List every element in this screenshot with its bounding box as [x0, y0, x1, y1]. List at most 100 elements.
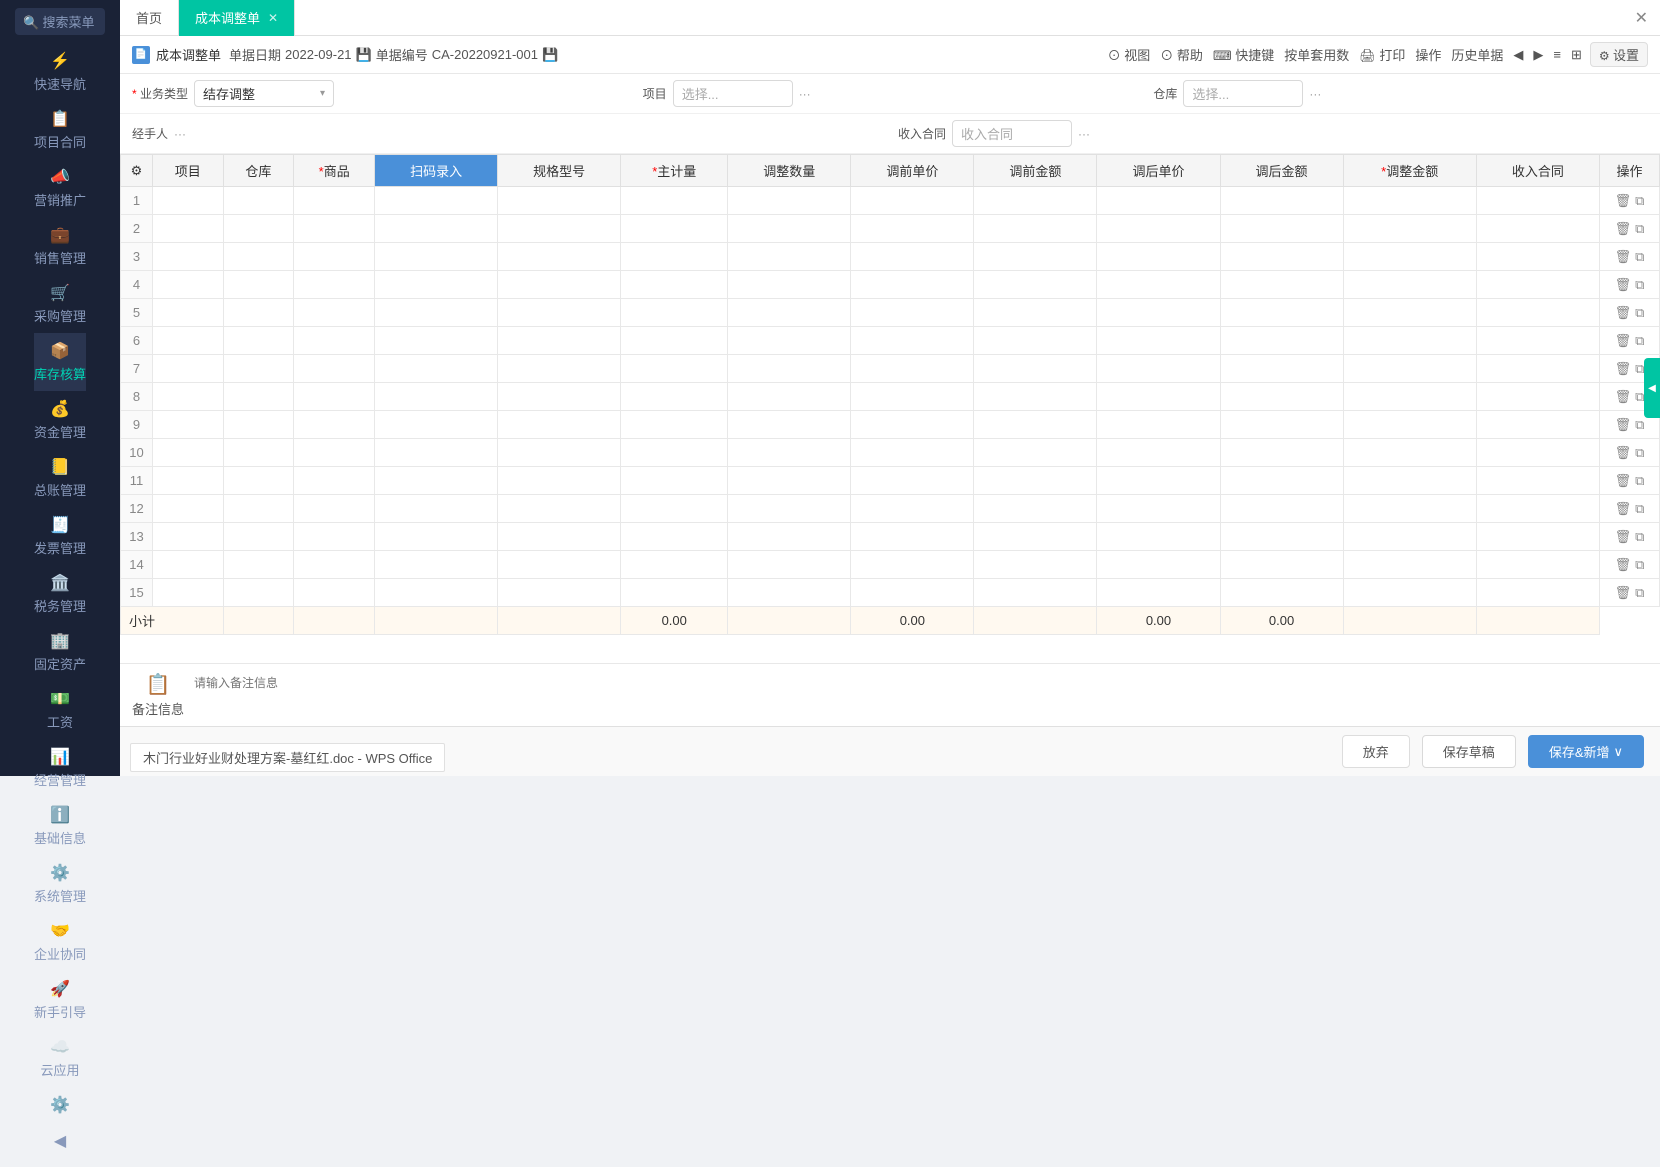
row-12-goods[interactable]: [294, 495, 375, 523]
row-8-unit[interactable]: [621, 383, 728, 411]
row-11-adj-qty[interactable]: [728, 467, 851, 495]
sidebar-item-inventory[interactable]: 📦 库存核算: [34, 333, 86, 391]
discard-button[interactable]: 放弃: [1342, 735, 1410, 768]
row-4-delete-icon[interactable]: 🗑: [1615, 277, 1632, 293]
row-3-goods[interactable]: [294, 243, 375, 271]
row-1-after-amount[interactable]: [1220, 187, 1343, 215]
row-10-adj-amount[interactable]: [1343, 439, 1476, 467]
row-6-unit[interactable]: [621, 327, 728, 355]
tab-home[interactable]: 首页: [120, 0, 179, 36]
row-15-after-amount[interactable]: [1220, 579, 1343, 607]
row-13-delete-icon[interactable]: 🗑: [1615, 529, 1632, 545]
row-5-spec[interactable]: [498, 299, 621, 327]
row-7-scan[interactable]: [375, 355, 498, 383]
row-14-adj-qty[interactable]: [728, 551, 851, 579]
row-12-after-price[interactable]: [1097, 495, 1220, 523]
row-1-delete-icon[interactable]: 🗑: [1615, 193, 1632, 209]
row-15-unit[interactable]: [621, 579, 728, 607]
row-11-after-amount[interactable]: [1220, 467, 1343, 495]
row-15-delete-icon[interactable]: 🗑: [1615, 585, 1632, 601]
row-11-copy-icon[interactable]: ⧉: [1635, 473, 1644, 489]
row-11-unit[interactable]: [621, 467, 728, 495]
sidebar-item-cloud[interactable]: ☁️ 云应用: [34, 1029, 86, 1087]
row-7-warehouse[interactable]: [223, 355, 294, 383]
row-7-prev-price[interactable]: [851, 355, 974, 383]
row-12-warehouse[interactable]: [223, 495, 294, 523]
row-2-project[interactable]: [153, 215, 224, 243]
row-11-project[interactable]: [153, 467, 224, 495]
row-1-adj-qty[interactable]: [728, 187, 851, 215]
row-6-prev-price[interactable]: [851, 327, 974, 355]
row-6-income-contract[interactable]: [1476, 327, 1599, 355]
row-13-spec[interactable]: [498, 523, 621, 551]
row-5-unit[interactable]: [621, 299, 728, 327]
row-1-warehouse[interactable]: [223, 187, 294, 215]
income-contract-dots[interactable]: ···: [1078, 127, 1090, 141]
row-9-income-contract[interactable]: [1476, 411, 1599, 439]
row-2-unit[interactable]: [621, 215, 728, 243]
row-4-warehouse[interactable]: [223, 271, 294, 299]
row-13-scan[interactable]: [375, 523, 498, 551]
row-15-income-contract[interactable]: [1476, 579, 1599, 607]
row-4-after-price[interactable]: [1097, 271, 1220, 299]
row-11-delete-icon[interactable]: 🗑: [1615, 473, 1632, 489]
sidebar-item-sales-promo[interactable]: 📣 营销推广: [34, 159, 86, 217]
row-5-adj-amount[interactable]: [1343, 299, 1476, 327]
row-9-warehouse[interactable]: [223, 411, 294, 439]
row-10-warehouse[interactable]: [223, 439, 294, 467]
row-8-adj-qty[interactable]: [728, 383, 851, 411]
sidebar-item-payroll[interactable]: 💵 工资: [34, 681, 86, 739]
row-3-prev-price[interactable]: [851, 243, 974, 271]
row-13-copy-icon[interactable]: ⧉: [1635, 529, 1644, 545]
row-15-adj-amount[interactable]: [1343, 579, 1476, 607]
search-menu-btn[interactable]: 🔍 搜索菜单: [15, 8, 105, 35]
agent-dots[interactable]: ···: [174, 127, 186, 141]
row-10-goods[interactable]: [294, 439, 375, 467]
row-4-after-amount[interactable]: [1220, 271, 1343, 299]
row-8-scan[interactable]: [375, 383, 498, 411]
row-11-warehouse[interactable]: [223, 467, 294, 495]
row-6-after-price[interactable]: [1097, 327, 1220, 355]
row-3-scan[interactable]: [375, 243, 498, 271]
sidebar-item-collapse[interactable]: ◀: [0, 1123, 120, 1159]
toolbar-action-history[interactable]: 历史单据: [1451, 45, 1503, 64]
row-5-after-price[interactable]: [1097, 299, 1220, 327]
toolbar-action-help[interactable]: ⊙ 帮助: [1160, 45, 1203, 64]
row-2-adj-qty[interactable]: [728, 215, 851, 243]
row-15-prev-amount[interactable]: [974, 579, 1097, 607]
toolbar-action-operate[interactable]: 操作: [1415, 45, 1441, 64]
row-13-adj-qty[interactable]: [728, 523, 851, 551]
row-15-copy-icon[interactable]: ⧉: [1635, 585, 1644, 601]
row-10-prev-amount[interactable]: [974, 439, 1097, 467]
row-6-copy-icon[interactable]: ⧉: [1635, 333, 1644, 349]
row-13-prev-amount[interactable]: [974, 523, 1097, 551]
settings-btn[interactable]: ⚙ 设置: [1590, 42, 1648, 67]
row-12-adj-amount[interactable]: [1343, 495, 1476, 523]
row-6-adj-qty[interactable]: [728, 327, 851, 355]
row-9-copy-icon[interactable]: ⧉: [1635, 417, 1644, 433]
row-9-unit[interactable]: [621, 411, 728, 439]
row-5-copy-icon[interactable]: ⧉: [1635, 305, 1644, 321]
sidebar-item-operations[interactable]: 📊 经营管理: [34, 739, 86, 797]
tab-close-btn[interactable]: ✕: [268, 11, 278, 25]
row-11-adj-amount[interactable]: [1343, 467, 1476, 495]
row-7-prev-amount[interactable]: [974, 355, 1097, 383]
row-3-warehouse[interactable]: [223, 243, 294, 271]
row-4-project[interactable]: [153, 271, 224, 299]
row-15-prev-price[interactable]: [851, 579, 974, 607]
row-2-warehouse[interactable]: [223, 215, 294, 243]
row-2-goods[interactable]: [294, 215, 375, 243]
window-close-btn[interactable]: ✕: [1623, 8, 1660, 28]
row-2-prev-amount[interactable]: [974, 215, 1097, 243]
row-2-spec[interactable]: [498, 215, 621, 243]
row-14-adj-amount[interactable]: [1343, 551, 1476, 579]
sidebar-item-tax[interactable]: 🏛️ 税务管理: [34, 565, 86, 623]
row-11-spec[interactable]: [498, 467, 621, 495]
row-4-copy-icon[interactable]: ⧉: [1635, 277, 1644, 293]
row-5-prev-amount[interactable]: [974, 299, 1097, 327]
row-14-project[interactable]: [153, 551, 224, 579]
row-2-income-contract[interactable]: [1476, 215, 1599, 243]
row-10-delete-icon[interactable]: 🗑: [1615, 445, 1632, 461]
row-10-unit[interactable]: [621, 439, 728, 467]
row-5-goods[interactable]: [294, 299, 375, 327]
